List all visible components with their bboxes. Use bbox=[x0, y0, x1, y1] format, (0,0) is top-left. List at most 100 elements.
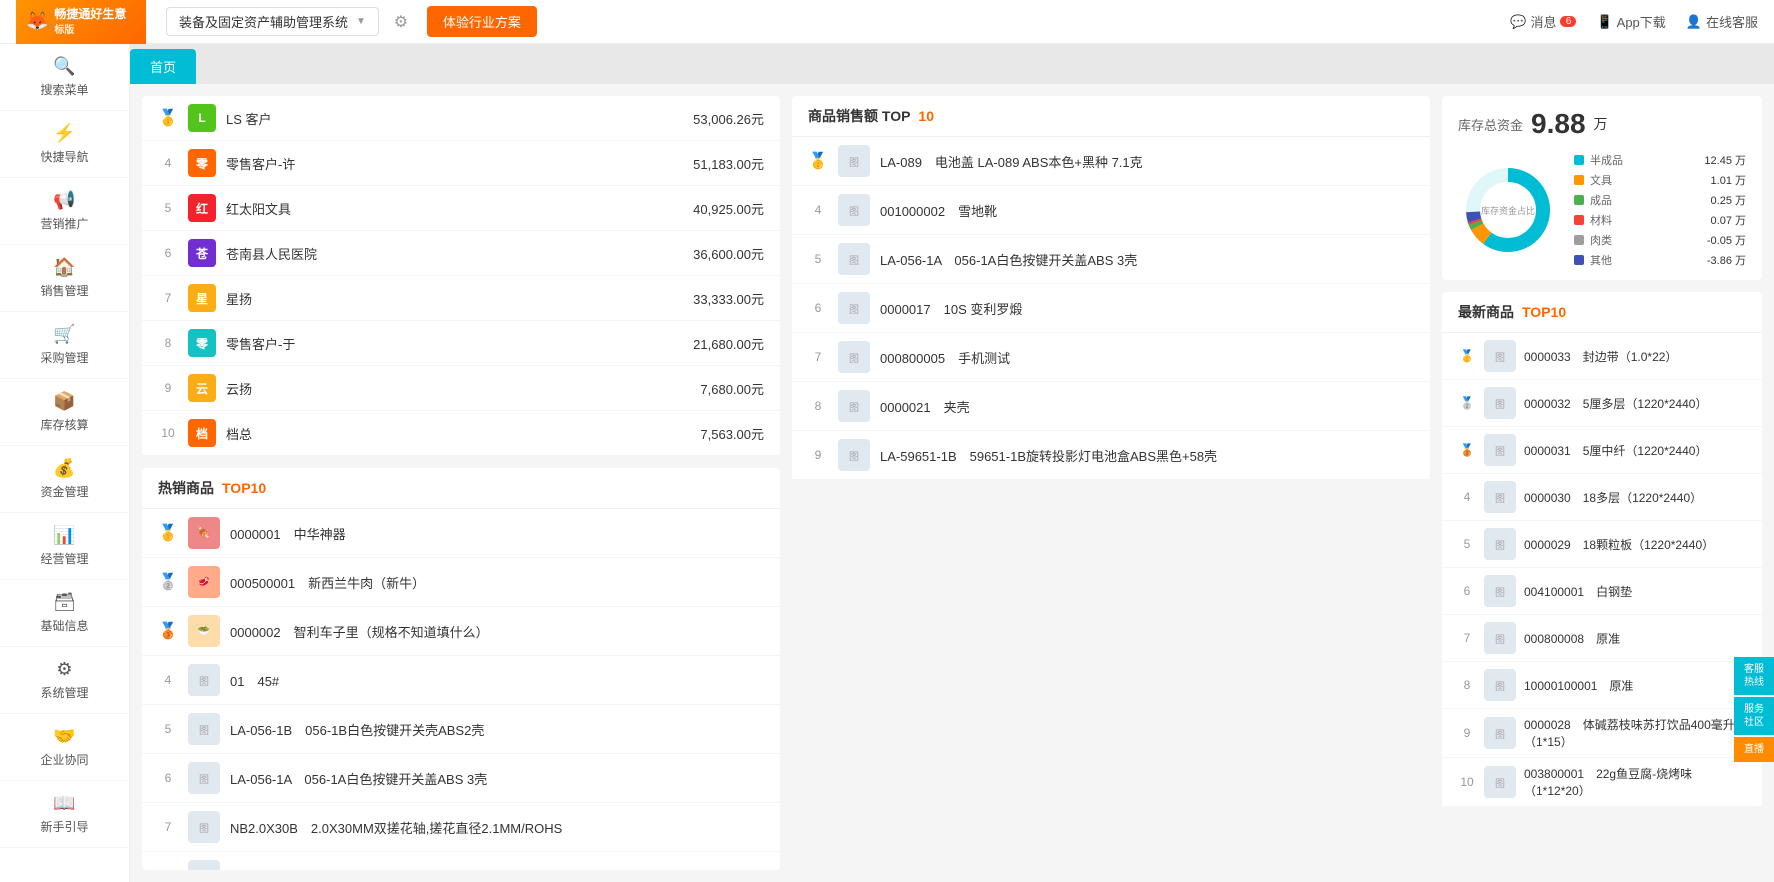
customer-value-5: 33,333.00元 bbox=[693, 289, 764, 308]
new-rank-7: 7 bbox=[1458, 631, 1476, 645]
hot-product-3: 🥉 🥗 0000002 智利车子里（规格不知道填什么） bbox=[142, 607, 780, 656]
gear-button[interactable]: ⚙ bbox=[387, 8, 415, 36]
finance-icon: 💰 bbox=[53, 458, 75, 479]
sidebar-item-sales[interactable]: 🏠 销售管理 bbox=[0, 245, 129, 312]
prod-rank-5: 7 图 000800005 手机测试 bbox=[792, 333, 1430, 382]
prod-img-4: 图 bbox=[838, 292, 870, 324]
sidebar-label-search: 搜索菜单 bbox=[40, 81, 88, 98]
legend-label-5: 肉类 bbox=[1590, 232, 1701, 248]
sidebar-item-search[interactable]: 🔍 搜索菜单 bbox=[0, 44, 129, 111]
hot-rank-7: 7 bbox=[158, 820, 178, 834]
sidebar: 🔍 搜索菜单 ⚡ 快捷导航 📢 营销推广 🏠 销售管理 🛒 采购管理 📦 bbox=[0, 44, 130, 882]
rank-num-7: 9 bbox=[158, 381, 178, 395]
inventory-header: 库存总资金 9.88 万 bbox=[1442, 96, 1762, 144]
new-prod-6: 6 图 004100001 白钢垫 bbox=[1442, 568, 1762, 615]
prod-img-5: 图 bbox=[838, 341, 870, 373]
sidebar-item-quicknav[interactable]: ⚡ 快捷导航 bbox=[0, 111, 129, 178]
logo: 🦊 畅捷通好生意 标版 bbox=[16, 0, 146, 44]
sidebar-item-system[interactable]: ⚙ 系统管理 bbox=[0, 647, 129, 714]
sidebar-label-basic-info: 基础信息 bbox=[40, 617, 88, 634]
trial-button[interactable]: 体验行业方案 bbox=[427, 6, 537, 37]
app-download-button[interactable]: 📱 App下载 bbox=[1596, 12, 1665, 31]
legend-item-2: 文具 1.01 万 bbox=[1574, 172, 1746, 188]
hot-product-img-1: 🍖 bbox=[188, 517, 220, 549]
new-rank-5: 5 bbox=[1458, 537, 1476, 551]
legend-item-5: 肉类 -0.05 万 bbox=[1574, 232, 1746, 248]
customer-avatar-2: 零 bbox=[188, 149, 216, 177]
new-prod-1: 🥇 图 0000033 封边带（1.0*22） bbox=[1442, 333, 1762, 380]
message-badge: 6 bbox=[1560, 16, 1576, 27]
hot-product-name-1: 0000001 中华神器 bbox=[230, 524, 764, 543]
prod-num-7: 9 bbox=[808, 448, 828, 462]
new-prod-name-1: 0000033 封边带（1.0*22） bbox=[1524, 348, 1746, 365]
sidebar-item-finance[interactable]: 💰 资金管理 bbox=[0, 446, 129, 513]
new-prod-5: 5 图 0000029 18颗粒板（1220*2440） bbox=[1442, 521, 1762, 568]
cs-float: 客服热线 服务社区 直播 bbox=[1734, 657, 1774, 762]
new-prod-name-10: 003800001 22g鱼豆腐-烧烤味（1*12*20） bbox=[1524, 765, 1746, 799]
legend-dot-1 bbox=[1574, 155, 1584, 165]
new-prod-img-3: 图 bbox=[1484, 434, 1516, 466]
customer-rank-item-8: 10 档 档总 7,563.00元 bbox=[142, 411, 780, 456]
inventory-icon: 📦 bbox=[53, 391, 75, 412]
hot-product-name-4: 01 45# bbox=[230, 671, 764, 690]
tab-home[interactable]: 首页 bbox=[130, 49, 196, 84]
customer-rank-item-3: 5 红 红太阳文具 40,925.00元 bbox=[142, 186, 780, 231]
hot-medal-2: 🥈 bbox=[158, 572, 178, 592]
sidebar-item-operations[interactable]: 📊 经营管理 bbox=[0, 513, 129, 580]
sidebar-item-guide[interactable]: 📖 新手引导 bbox=[0, 781, 129, 848]
new-products-card: 最新商品 TOP10 🥇 图 0000033 封边带（1.0*22） 🥈 bbox=[1442, 292, 1762, 807]
new-prod-name-2: 0000032 5厘多层（1220*2440） bbox=[1524, 395, 1746, 412]
legend-dot-5 bbox=[1574, 235, 1584, 245]
inventory-card: 库存总资金 9.88 万 bbox=[1442, 96, 1762, 280]
cs-community-button[interactable]: 服务社区 bbox=[1734, 697, 1774, 735]
customer-value-8: 7,563.00元 bbox=[700, 424, 764, 443]
hot-product-name-3: 0000002 智利车子里（规格不知道填什么） bbox=[230, 622, 764, 641]
message-button[interactable]: 💬 消息 6 bbox=[1510, 12, 1576, 31]
customer-value-2: 51,183.00元 bbox=[693, 154, 764, 173]
sidebar-label-sales: 销售管理 bbox=[40, 282, 88, 299]
sidebar-item-purchase[interactable]: 🛒 采购管理 bbox=[0, 312, 129, 379]
customer-rank-item-6: 8 零 零售客户-于 21,680.00元 bbox=[142, 321, 780, 366]
prod-name-3: LA-056-1A 056-1A白色按键开关盖ABS 3壳 bbox=[880, 250, 1414, 269]
customer-name-5: 星扬 bbox=[226, 289, 683, 308]
sidebar-label-finance: 资金管理 bbox=[40, 483, 88, 500]
legend-dot-4 bbox=[1574, 215, 1584, 225]
new-prod-name-5: 0000029 18颗粒板（1220*2440） bbox=[1524, 536, 1746, 553]
sidebar-item-cooperation[interactable]: 🤝 企业协同 bbox=[0, 714, 129, 781]
legend-dot-2 bbox=[1574, 175, 1584, 185]
hot-product-8: 8 图 0000011 12070519-xs bbox=[142, 852, 780, 870]
system-selector[interactable]: 装备及固定资产辅助管理系统 ▼ bbox=[166, 7, 379, 36]
message-label: 消息 bbox=[1530, 12, 1556, 31]
new-rank-2: 🥈 bbox=[1458, 396, 1476, 410]
prod-img-6: 图 bbox=[838, 390, 870, 422]
customer-avatar-3: 红 bbox=[188, 194, 216, 222]
donut-legend: 半成品 12.45 万 文具 1.01 万 bbox=[1574, 152, 1746, 268]
legend-item-1: 半成品 12.45 万 bbox=[1574, 152, 1746, 168]
sidebar-label-purchase: 采购管理 bbox=[40, 349, 88, 366]
donut-chart: 库存资金占比 bbox=[1458, 160, 1558, 260]
hot-rank-8: 8 bbox=[158, 869, 178, 870]
sidebar-item-inventory[interactable]: 📦 库存核算 bbox=[0, 379, 129, 446]
new-prod-img-4: 图 bbox=[1484, 481, 1516, 513]
customer-avatar-4: 苍 bbox=[188, 239, 216, 267]
hot-product-name-8: 0000011 12070519-xs bbox=[230, 867, 764, 871]
cooperation-icon: 🤝 bbox=[53, 726, 75, 747]
prod-name-5: 000800005 手机测试 bbox=[880, 348, 1414, 367]
content-area: 首页 🥇 L LS 客户 53,006.26元 bbox=[130, 44, 1774, 882]
customer-avatar-1: L bbox=[188, 104, 216, 132]
customer-rank-item-4: 6 苍 苍南县人民医院 36,600.00元 bbox=[142, 231, 780, 276]
legend-item-6: 其他 -3.86 万 bbox=[1574, 252, 1746, 268]
search-icon: 🔍 bbox=[53, 56, 75, 77]
product-sales-list: 🥇 图 LA-089 电池盖 LA-089 ABS本色+黑种 7.1克 4 图 … bbox=[792, 137, 1430, 480]
sidebar-item-marketing[interactable]: 📢 营销推广 bbox=[0, 178, 129, 245]
new-rank-10: 10 bbox=[1458, 775, 1476, 789]
sidebar-item-basic-info[interactable]: 🗃 基础信息 bbox=[0, 580, 129, 647]
cs-live-button[interactable]: 直播 bbox=[1734, 737, 1774, 762]
new-prod-name-3: 0000031 5厘中纤（1220*2440） bbox=[1524, 442, 1746, 459]
hot-products-card: 热销商品 TOP10 🥇 🍖 0000001 中华神器 🥈 🥩 bbox=[142, 468, 780, 870]
hot-product-img-8: 图 bbox=[188, 860, 220, 870]
cs-hotline-button[interactable]: 客服热线 bbox=[1734, 657, 1774, 695]
customer-rank-item-2: 4 零 零售客户-许 51,183.00元 bbox=[142, 141, 780, 186]
guide-icon: 📖 bbox=[53, 793, 75, 814]
online-service-button[interactable]: 👤 在线客服 bbox=[1686, 12, 1758, 31]
